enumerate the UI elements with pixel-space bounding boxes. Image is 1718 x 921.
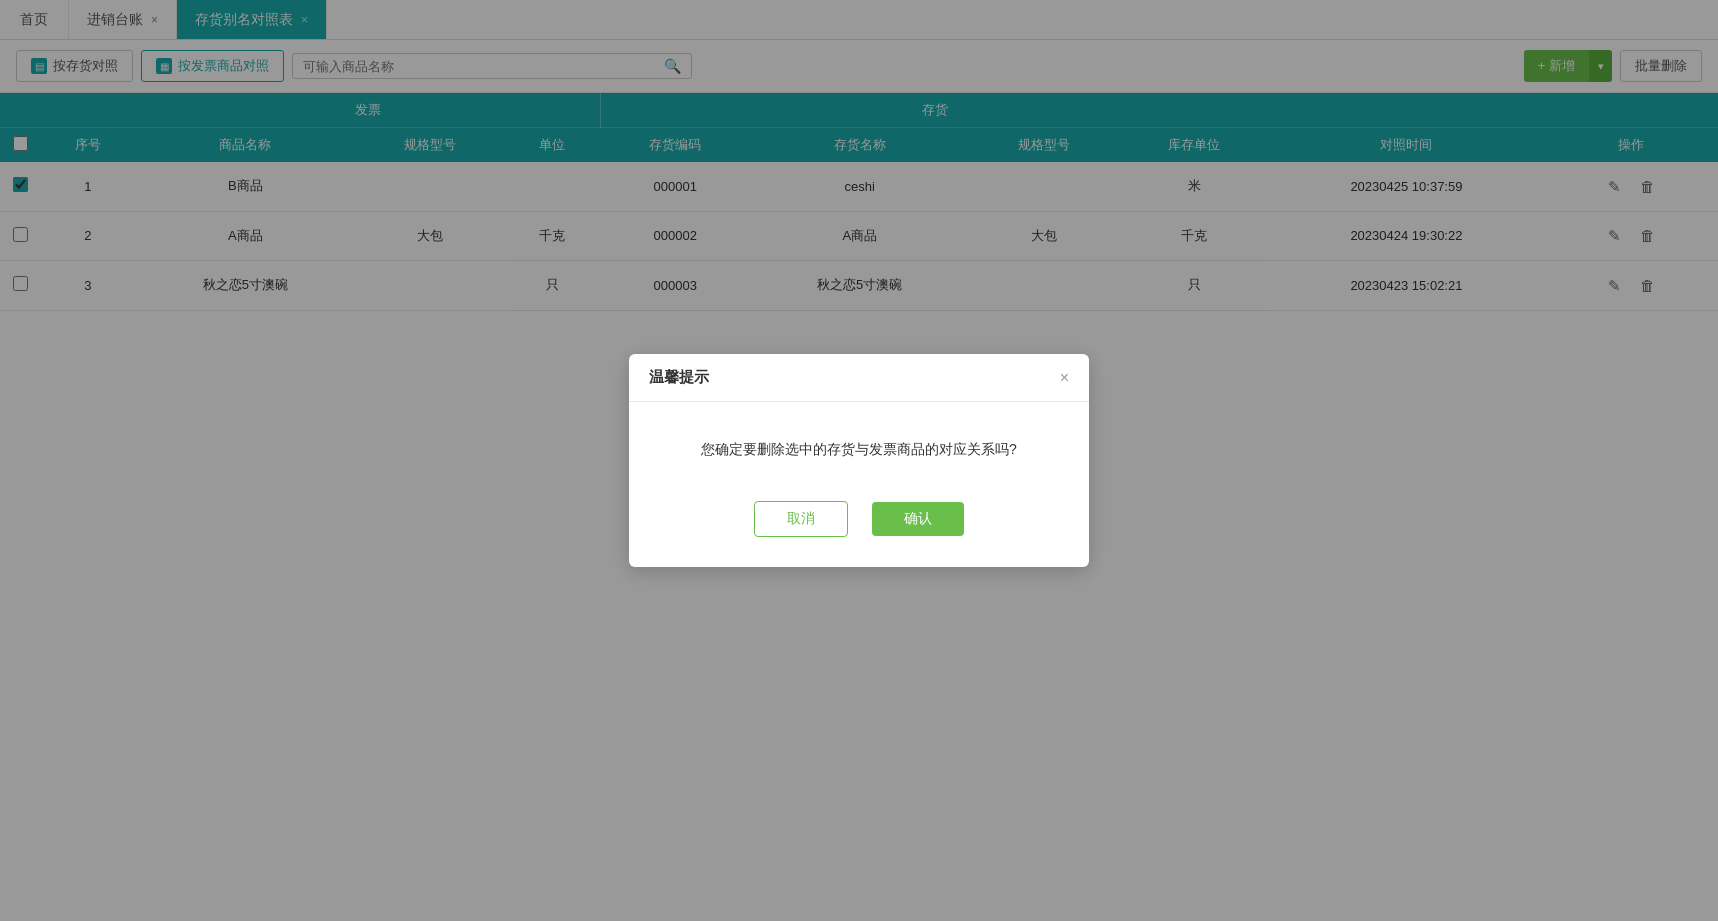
dialog-message: 您确定要删除选中的存货与发票商品的对应关系吗?: [701, 441, 1017, 457]
dialog-footer: 取消 确认: [629, 481, 1089, 567]
dialog-body: 您确定要删除选中的存货与发票商品的对应关系吗?: [629, 402, 1089, 480]
dialog-header: 温馨提示 ×: [629, 354, 1089, 402]
cancel-button[interactable]: 取消: [754, 501, 848, 537]
dialog-close-button[interactable]: ×: [1060, 369, 1069, 387]
dialog-title: 温馨提示: [649, 368, 709, 387]
dialog-overlay: 温馨提示 × 您确定要删除选中的存货与发票商品的对应关系吗? 取消 确认: [0, 0, 1718, 921]
confirm-button[interactable]: 确认: [872, 502, 964, 536]
confirm-dialog: 温馨提示 × 您确定要删除选中的存货与发票商品的对应关系吗? 取消 确认: [629, 354, 1089, 566]
